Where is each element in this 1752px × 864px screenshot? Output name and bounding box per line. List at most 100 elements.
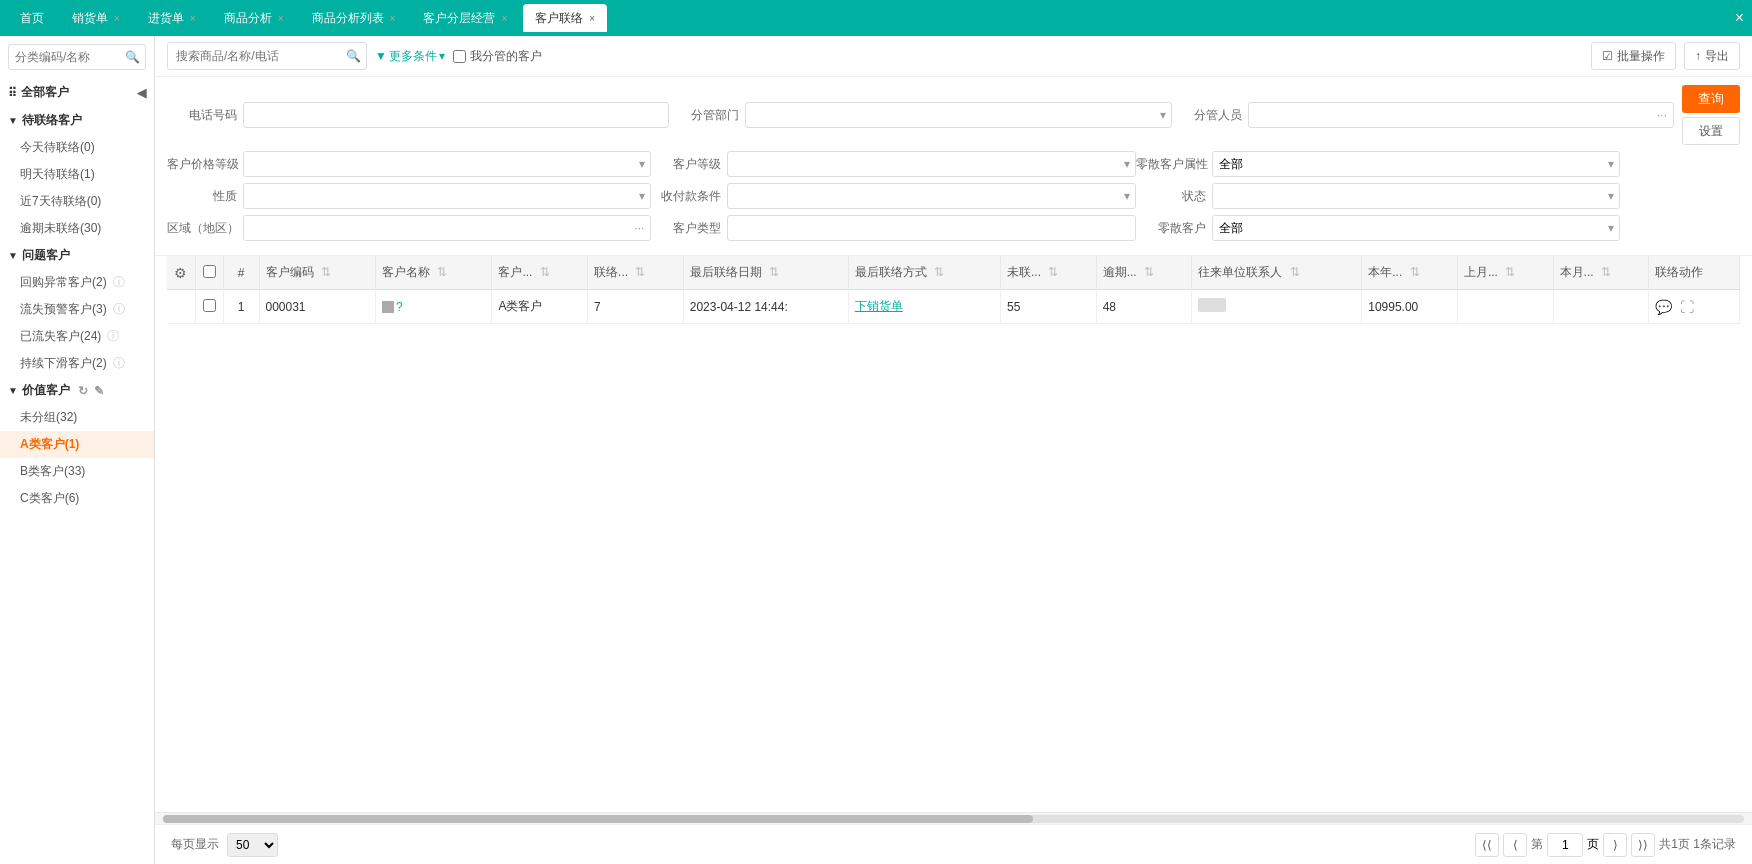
contact-method-link[interactable]: 下销货单 xyxy=(855,299,903,313)
select-all-checkbox[interactable] xyxy=(203,265,216,278)
tab-product-analysis-label: 商品分析 xyxy=(224,10,272,27)
th-last-contact-method-sort-icon[interactable]: ⇅ xyxy=(934,265,944,279)
sidebar-item-declining[interactable]: 持续下滑客户(2) ⓘ xyxy=(0,350,154,377)
tab-product-analysis[interactable]: 商品分析 × xyxy=(212,4,296,32)
all-customers-header[interactable]: ⠿ 全部客户 ◀ xyxy=(0,78,154,107)
first-page-button[interactable]: ⟨⟨ xyxy=(1475,833,1499,857)
page-number-input[interactable] xyxy=(1547,833,1583,857)
filter-row-3: 性质 ▾ 收付款条件 ▾ 状态 xyxy=(167,183,1740,209)
th-name-sort-icon[interactable]: ⇅ xyxy=(437,265,447,279)
setting-button[interactable]: 设置 xyxy=(1682,117,1740,145)
payment-select-wrap: ▾ xyxy=(727,183,1135,209)
horizontal-scrollbar[interactable] xyxy=(155,812,1752,824)
contact-person-placeholder xyxy=(1198,298,1226,312)
problem-customers-header[interactable]: ▼ 问题客户 xyxy=(0,242,154,269)
edit-icon[interactable]: ✎ xyxy=(94,384,104,398)
filter-search-icon[interactable]: 🔍 xyxy=(346,49,361,63)
th-not-contacted-sort-icon[interactable]: ⇅ xyxy=(1048,265,1058,279)
th-code-sort-icon[interactable]: ⇅ xyxy=(321,265,331,279)
class-c-label: C类客户(6) xyxy=(20,490,79,507)
tab-product-analysis-close[interactable]: × xyxy=(278,13,284,24)
payment-select[interactable] xyxy=(727,183,1135,209)
sidebar-item-class-a[interactable]: A类客户(1) xyxy=(0,431,154,458)
dept-select[interactable] xyxy=(745,102,1171,128)
phone-input[interactable] xyxy=(243,102,669,128)
td-contact-person xyxy=(1192,290,1362,324)
sidebar-search-icon[interactable]: 🔍 xyxy=(125,50,140,64)
th-last-contact-date-sort-icon[interactable]: ⇅ xyxy=(769,265,779,279)
price-level-select[interactable] xyxy=(243,151,651,177)
export-button[interactable]: ↑ 导出 xyxy=(1684,42,1740,70)
th-contact-times-sort-icon[interactable]: ⇅ xyxy=(635,265,645,279)
query-button[interactable]: 查询 xyxy=(1682,85,1740,113)
td-contact-action: 💬 ⛶ xyxy=(1649,290,1740,324)
scatter-customer-select-wrap: 全部 ▾ xyxy=(1212,215,1620,241)
sidebar-item-tomorrow-pending[interactable]: 明天待联络(1) xyxy=(0,161,154,188)
tab-sales[interactable]: 销货单 × xyxy=(60,4,132,32)
filter-buttons: 查询 设置 xyxy=(1674,85,1740,145)
filter-search-input[interactable] xyxy=(167,42,367,70)
region-input-wrap[interactable]: ··· xyxy=(243,215,651,241)
message-icon[interactable]: 💬 xyxy=(1655,299,1672,315)
sidebar-item-unclassified[interactable]: 未分组(32) xyxy=(0,404,154,431)
payment-field: 收付款条件 ▾ xyxy=(651,183,1135,209)
td-last-month xyxy=(1457,290,1553,324)
sidebar-item-repurchase-abnormal[interactable]: 回购异常客户(2) ⓘ xyxy=(0,269,154,296)
th-overdue-sort-icon[interactable]: ⇅ xyxy=(1144,265,1154,279)
customer-level-select[interactable] xyxy=(727,151,1135,177)
tab-purchase-close[interactable]: × xyxy=(190,13,196,24)
th-customer-level-sort-icon[interactable]: ⇅ xyxy=(540,265,550,279)
next-page-button[interactable]: ⟩ xyxy=(1603,833,1627,857)
scrollbar-thumb[interactable] xyxy=(163,815,1033,823)
export-label: 导出 xyxy=(1705,48,1729,65)
my-customers-label: 我分管的客户 xyxy=(470,48,542,65)
row-checkbox[interactable] xyxy=(203,299,216,312)
page-size-select[interactable]: 50 100 200 xyxy=(227,833,278,857)
pending-contact-header[interactable]: ▼ 待联络客户 xyxy=(0,107,154,134)
last-page-button[interactable]: ⟩⟩ xyxy=(1631,833,1655,857)
dept-select-wrap: ▾ xyxy=(745,102,1171,128)
sidebar-item-churn-warning[interactable]: 流失预警客户(3) ⓘ xyxy=(0,296,154,323)
problem-customers-label: 问题客户 xyxy=(22,247,70,264)
scatter-attr-select[interactable]: 全部 xyxy=(1212,151,1620,177)
th-this-month-sort-icon[interactable]: ⇅ xyxy=(1601,265,1611,279)
tab-customer-segment[interactable]: 客户分层经营 × xyxy=(411,4,519,32)
my-customers-checkbox-wrap[interactable]: 我分管的客户 xyxy=(453,48,542,65)
scatter-attr-label: 零散客户属性 xyxy=(1136,156,1206,173)
th-contact-person-sort-icon[interactable]: ⇅ xyxy=(1290,265,1300,279)
today-pending-label: 今天待联络(0) xyxy=(20,139,95,156)
customer-type-input[interactable] xyxy=(727,215,1135,241)
status-select[interactable] xyxy=(1212,183,1620,209)
prev-page-button[interactable]: ⟨ xyxy=(1503,833,1527,857)
tab-customer-contact-close[interactable]: × xyxy=(589,13,595,24)
value-customers-header[interactable]: ▼ 价值客户 ↻ ✎ xyxy=(0,377,154,404)
th-last-month-sort-icon[interactable]: ⇅ xyxy=(1505,265,1515,279)
th-code: 客户编码 ⇅ xyxy=(259,256,375,290)
td-name-text[interactable]: ? xyxy=(396,300,403,314)
tab-product-analysis-list-close[interactable]: × xyxy=(390,13,396,24)
connect-icon[interactable]: ⛶ xyxy=(1680,299,1694,315)
tab-home[interactable]: 首页 xyxy=(8,4,56,32)
sidebar-item-overdue-contact[interactable]: 逾期未联络(30) xyxy=(0,215,154,242)
batch-operations-button[interactable]: ☑ 批量操作 xyxy=(1591,42,1676,70)
more-conditions-button[interactable]: ▼ 更多条件 ▾ xyxy=(375,48,445,65)
customer-level-field: 客户等级 ▾ xyxy=(651,151,1135,177)
tab-sales-close[interactable]: × xyxy=(114,13,120,24)
sidebar-item-churned[interactable]: 已流失客户(24) ⓘ xyxy=(0,323,154,350)
tab-product-analysis-list[interactable]: 商品分析列表 × xyxy=(300,4,408,32)
gear-icon[interactable]: ⚙ xyxy=(174,265,187,281)
refresh-icon[interactable]: ↻ xyxy=(78,384,88,398)
grid-icon: ⠿ xyxy=(8,86,17,100)
sidebar-item-today-pending[interactable]: 今天待联络(0) xyxy=(0,134,154,161)
my-customers-checkbox[interactable] xyxy=(453,50,466,63)
tab-purchase[interactable]: 进货单 × xyxy=(136,4,208,32)
nature-select[interactable] xyxy=(243,183,651,209)
tab-customer-segment-close[interactable]: × xyxy=(501,13,507,24)
sidebar-item-class-b[interactable]: B类客户(33) xyxy=(0,458,154,485)
close-all-button[interactable]: × xyxy=(1735,9,1744,27)
tab-customer-contact[interactable]: 客户联络 × xyxy=(523,4,607,32)
scatter-customer-select[interactable]: 全部 xyxy=(1212,215,1620,241)
sidebar-item-week-pending[interactable]: 近7天待联络(0) xyxy=(0,188,154,215)
th-this-year-sort-icon[interactable]: ⇅ xyxy=(1410,265,1420,279)
sidebar-item-class-c[interactable]: C类客户(6) xyxy=(0,485,154,512)
